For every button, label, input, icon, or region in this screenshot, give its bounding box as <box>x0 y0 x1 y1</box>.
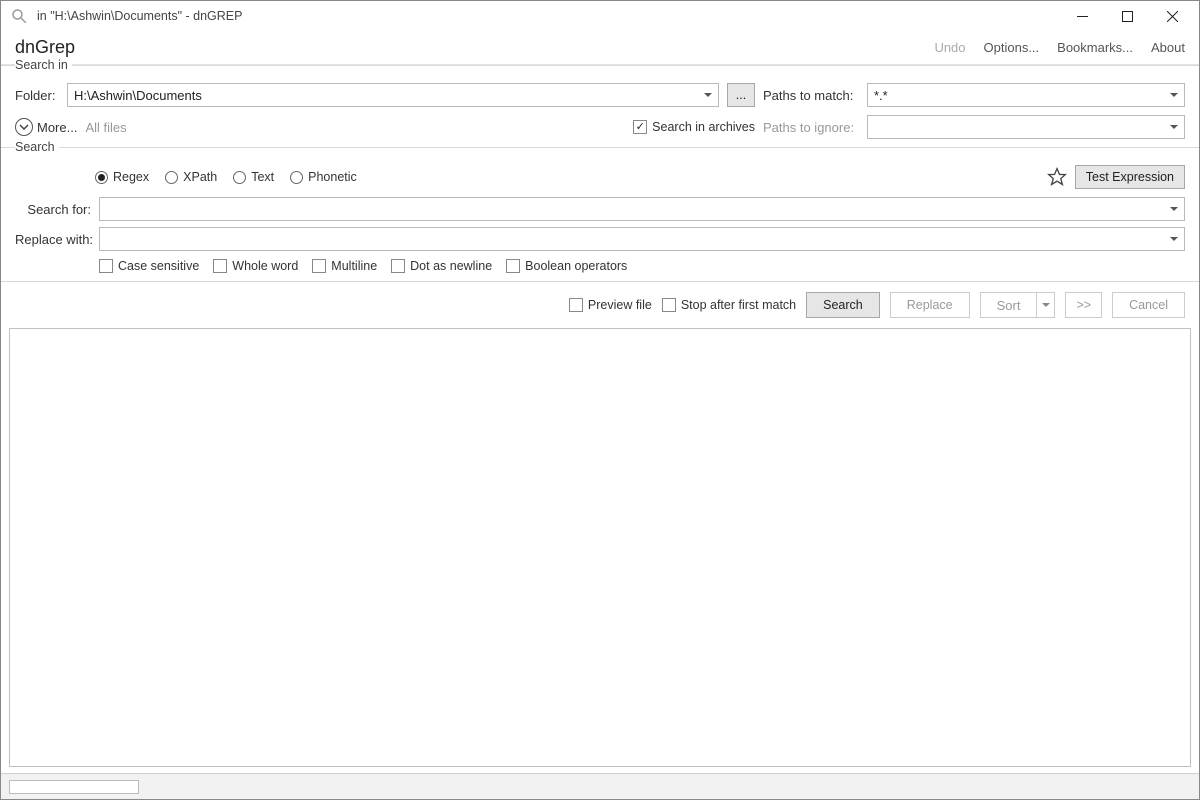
checkbox-icon <box>312 259 326 273</box>
app-icon <box>9 6 29 26</box>
radio-text[interactable]: Text <box>233 170 274 184</box>
replace-with-input[interactable] <box>99 227 1185 251</box>
title-bar: in "H:\Ashwin\Documents" - dnGREP <box>1 1 1199 31</box>
folder-label: Folder: <box>15 88 59 103</box>
test-expression-button[interactable]: Test Expression <box>1075 165 1185 189</box>
folder-value: H:\Ashwin\Documents <box>74 88 202 103</box>
checkbox-icon <box>506 259 520 273</box>
chk-multiline[interactable]: Multiline <box>312 259 377 273</box>
search-group: Search Regex XPath Text Phonetic Test Ex… <box>1 147 1199 281</box>
chk-stop-after-first[interactable]: Stop after first match <box>662 298 796 312</box>
close-button[interactable] <box>1150 1 1195 31</box>
paths-match-label: Paths to match: <box>763 88 859 103</box>
checkbox-icon <box>391 259 405 273</box>
paths-ignore-combo[interactable] <box>867 115 1185 139</box>
status-bar <box>1 773 1199 799</box>
browse-button[interactable]: ... <box>727 83 755 107</box>
checkbox-icon <box>569 298 583 312</box>
search-archives-checkbox[interactable]: Search in archives <box>633 120 755 134</box>
folder-combo[interactable]: H:\Ashwin\Documents <box>67 83 719 107</box>
checkbox-icon <box>99 259 113 273</box>
chk-whole-word[interactable]: Whole word <box>213 259 298 273</box>
more-label: More... <box>37 120 77 135</box>
paths-match-value: *.* <box>874 88 888 103</box>
paths-ignore-label: Paths to ignore: <box>763 120 859 135</box>
menu-about[interactable]: About <box>1151 40 1185 55</box>
chk-dot-as-newline[interactable]: Dot as newline <box>391 259 492 273</box>
window-controls <box>1060 1 1195 31</box>
replace-with-label: Replace with: <box>15 232 91 247</box>
chk-boolean-operators[interactable]: Boolean operators <box>506 259 627 273</box>
radio-phonetic[interactable]: Phonetic <box>290 170 357 184</box>
search-in-group: Search in Folder: H:\Ashwin\Documents ..… <box>1 65 1199 147</box>
radio-icon <box>233 171 246 184</box>
menu-bookmarks[interactable]: Bookmarks... <box>1057 40 1133 55</box>
sort-button[interactable]: Sort <box>980 292 1056 318</box>
menu-undo[interactable]: Undo <box>934 40 965 55</box>
paths-match-combo[interactable]: *.* <box>867 83 1185 107</box>
minimize-button[interactable] <box>1060 1 1105 31</box>
search-button[interactable]: Search <box>806 292 880 318</box>
app-name: dnGrep <box>15 37 75 58</box>
search-label: Search <box>15 140 59 154</box>
chk-case-sensitive[interactable]: Case sensitive <box>99 259 199 273</box>
menu-bar: dnGrep Undo Options... Bookmarks... Abou… <box>1 31 1199 65</box>
progress-bar <box>9 780 139 794</box>
search-in-label: Search in <box>15 58 72 72</box>
window-title: in "H:\Ashwin\Documents" - dnGREP <box>37 9 1060 23</box>
checkbox-icon <box>633 120 647 134</box>
radio-xpath[interactable]: XPath <box>165 170 217 184</box>
chk-preview-file[interactable]: Preview file <box>569 298 652 312</box>
radio-icon <box>165 171 178 184</box>
radio-icon <box>95 171 108 184</box>
expand-button[interactable]: >> <box>1065 292 1102 318</box>
star-icon[interactable] <box>1047 167 1067 187</box>
search-for-label: Search for: <box>15 202 91 217</box>
all-files-label: All files <box>85 120 126 135</box>
results-pane[interactable] <box>9 328 1191 767</box>
action-bar: Preview file Stop after first match Sear… <box>1 281 1199 328</box>
cancel-button[interactable]: Cancel <box>1112 292 1185 318</box>
replace-button[interactable]: Replace <box>890 292 970 318</box>
radio-icon <box>290 171 303 184</box>
search-for-input[interactable] <box>99 197 1185 221</box>
menu-options[interactable]: Options... <box>984 40 1040 55</box>
chevron-down-icon[interactable] <box>1036 293 1054 317</box>
radio-regex[interactable]: Regex <box>95 170 149 184</box>
maximize-button[interactable] <box>1105 1 1150 31</box>
checkbox-icon <box>662 298 676 312</box>
chevron-down-icon <box>15 118 33 136</box>
more-toggle[interactable]: More... <box>15 118 77 136</box>
checkbox-icon <box>213 259 227 273</box>
